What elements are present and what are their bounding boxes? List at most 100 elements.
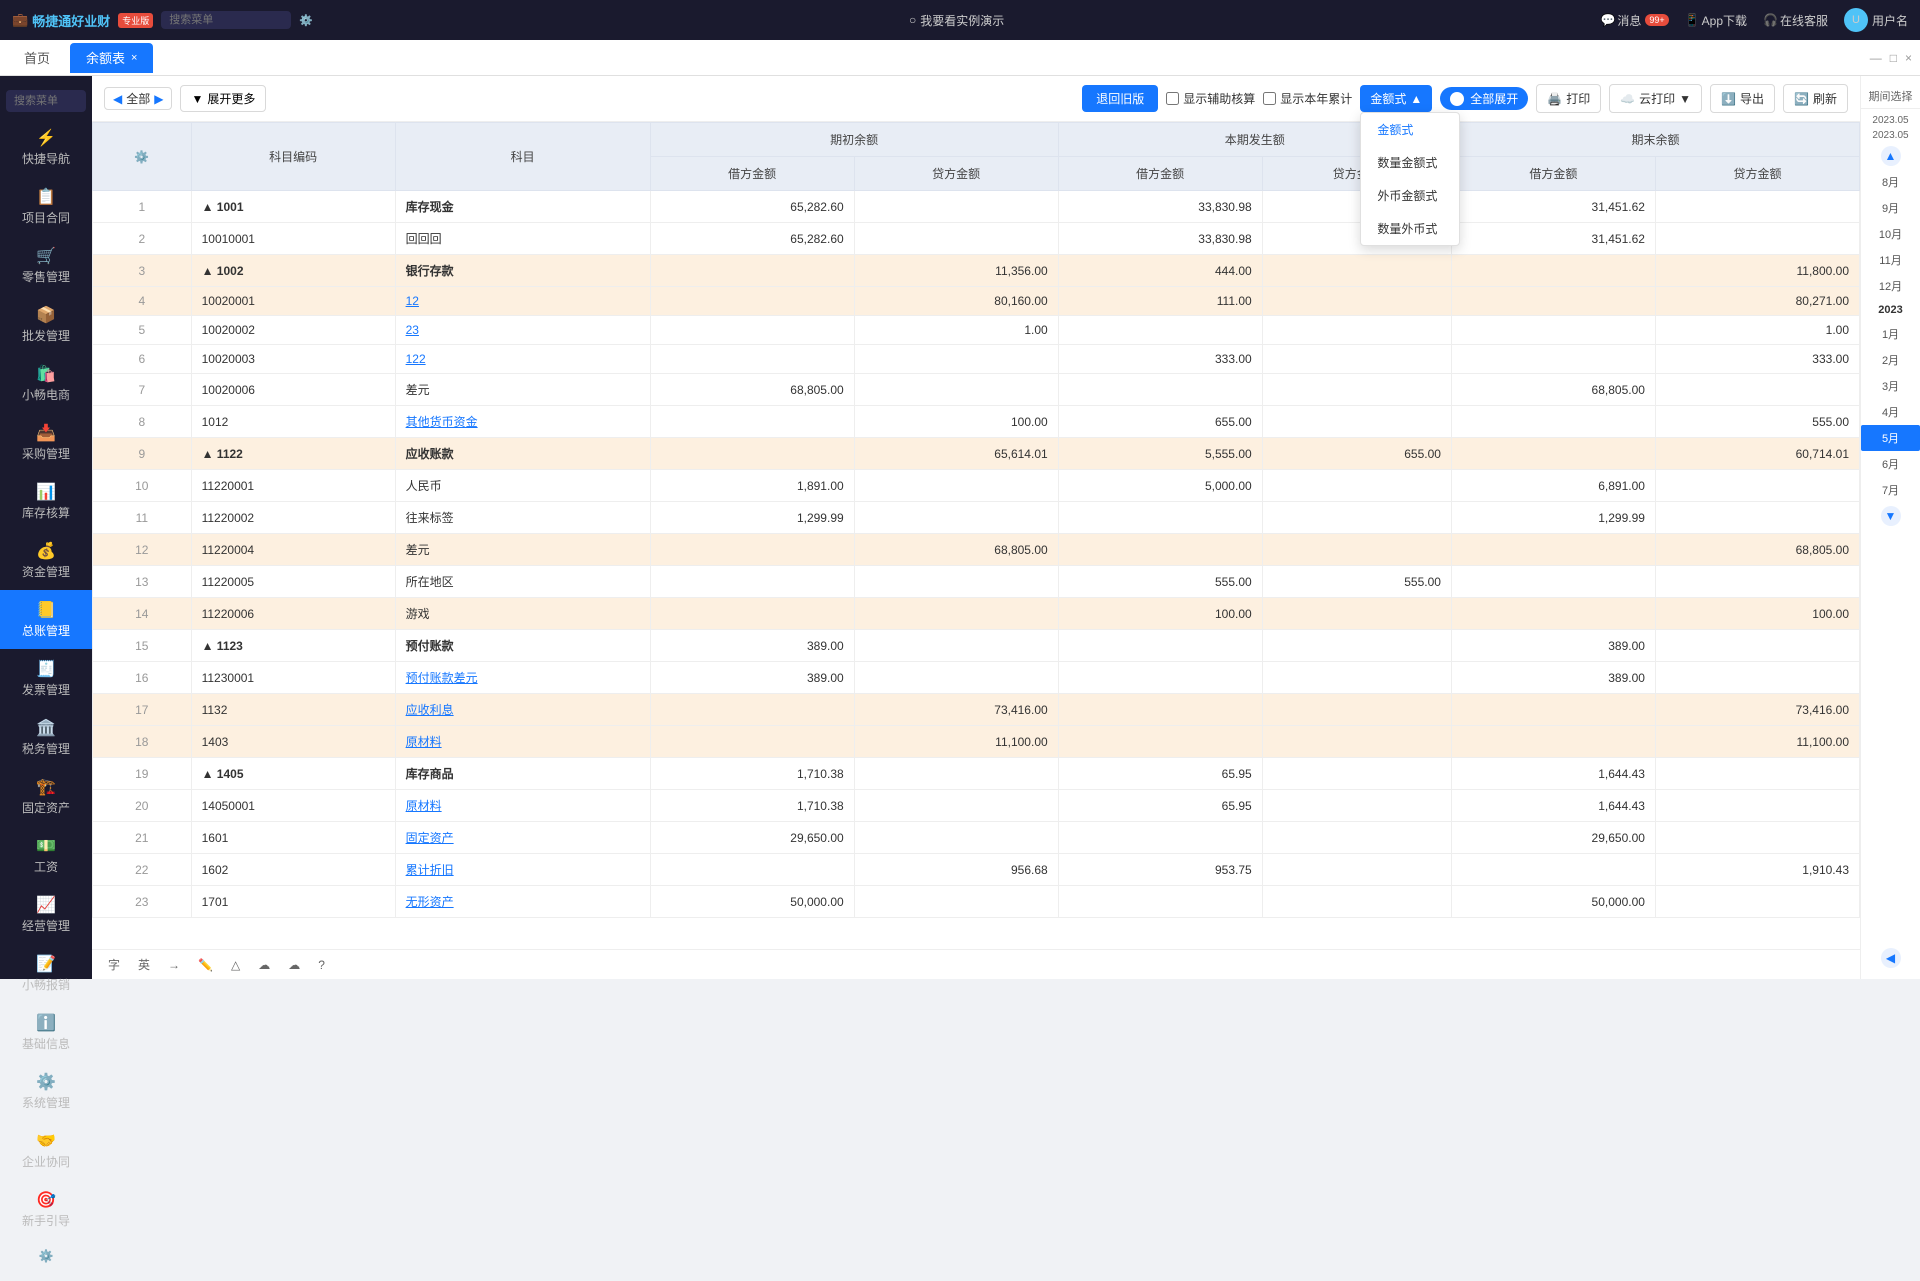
month-5[interactable]: 5月	[1861, 425, 1920, 451]
cell-ob-debit: 1,710.38	[650, 790, 854, 822]
global-search-input[interactable]	[161, 11, 291, 29]
sidebar-settings-btn[interactable]: ⚙️	[35, 1239, 58, 1273]
amount-mode-dropdown[interactable]: 金额式 ▲ 金额式 数量金额式 外币金额式 数量外币式	[1360, 85, 1432, 112]
tab-balance-sheet[interactable]: 余额表 ×	[70, 43, 153, 73]
sidebar-search-input[interactable]	[6, 90, 86, 112]
cell-name[interactable]: 固定资产	[395, 822, 650, 854]
amount-option-qty-foreign[interactable]: 数量外币式	[1361, 212, 1459, 245]
panel-fold-btn[interactable]: ◀	[1881, 948, 1901, 968]
amount-option-amount[interactable]: 金额式	[1361, 113, 1459, 146]
sidebar-item-project[interactable]: 📋 项目合同	[0, 177, 92, 236]
ytd-check-input[interactable]	[1263, 92, 1276, 105]
cell-name[interactable]: 23	[395, 316, 650, 345]
aux-check-input[interactable]	[1166, 92, 1179, 105]
amount-mode-btn[interactable]: 金额式 ▲	[1360, 85, 1432, 112]
month-6[interactable]: 6月	[1861, 451, 1920, 477]
sidebar-item-capital[interactable]: 💰 资金管理	[0, 531, 92, 590]
sidebar-item-cooperation[interactable]: 🤝 企业协同	[0, 1121, 92, 1180]
cell-name[interactable]: 原材料	[395, 726, 650, 758]
sidebar-item-ecommerce[interactable]: 🛍️ 小畅电商	[0, 354, 92, 413]
cell-name[interactable]: 其他货币资金	[395, 406, 650, 438]
expand-more-btn[interactable]: ▼ 展开更多	[180, 85, 266, 112]
sidebar-item-purchase[interactable]: 📥 采购管理	[0, 413, 92, 472]
sidebar-item-retail[interactable]: 🛒 零售管理	[0, 236, 92, 295]
refresh-btn[interactable]: 🔄 刷新	[1783, 84, 1848, 113]
month-11[interactable]: 11月	[1861, 247, 1920, 273]
cell-name[interactable]: 累计折旧	[395, 854, 650, 886]
message-btn[interactable]: 💬 消息 99+	[1600, 12, 1668, 29]
sidebar-item-system[interactable]: ⚙️ 系统管理	[0, 1062, 92, 1121]
amount-option-qty-amount[interactable]: 数量金额式	[1361, 146, 1459, 179]
cell-name[interactable]: 原材料	[395, 790, 650, 822]
sidebar-item-general-ledger[interactable]: 📒 总账管理	[0, 590, 92, 649]
sidebar-item-invoice[interactable]: 🧾 发票管理	[0, 649, 92, 708]
export-btn[interactable]: ⬇️ 导出	[1710, 84, 1775, 113]
window-close-btn[interactable]: ×	[1905, 51, 1912, 65]
bottom-icon-edit[interactable]: ✏️	[198, 958, 213, 972]
account-name-link[interactable]: 原材料	[406, 799, 442, 813]
period-nav-down[interactable]: ▼	[1881, 506, 1901, 526]
tab-home[interactable]: 首页	[8, 43, 66, 73]
filter-left-arrow[interactable]: ◀	[113, 92, 122, 106]
online-service-btn[interactable]: 🎧 在线客服	[1763, 12, 1828, 29]
account-name-link[interactable]: 固定资产	[406, 831, 454, 845]
expand-all-toggle[interactable]: 全部展开	[1440, 87, 1528, 110]
account-name-link[interactable]: 23	[406, 323, 419, 337]
account-name-link[interactable]: 其他货币资金	[406, 415, 478, 429]
cell-name[interactable]: 12	[395, 287, 650, 316]
bottom-icon-cloud1[interactable]: ☁	[258, 958, 270, 972]
bottom-icon-help[interactable]: ?	[318, 958, 325, 972]
account-name-link[interactable]: 原材料	[406, 735, 442, 749]
bottom-icon-triangle[interactable]: △	[231, 958, 240, 972]
sidebar-item-business[interactable]: 📈 经营管理	[0, 885, 92, 944]
filter-right-arrow[interactable]: ▶	[154, 92, 163, 106]
sidebar-item-tax[interactable]: 🏛️ 税务管理	[0, 708, 92, 767]
sidebar-item-inventory[interactable]: 📊 库存核算	[0, 472, 92, 531]
amount-option-foreign-amount[interactable]: 外币金额式	[1361, 179, 1459, 212]
return-old-version-btn[interactable]: 退回旧版	[1082, 85, 1158, 112]
account-name-link[interactable]: 122	[406, 352, 426, 366]
cell-name[interactable]: 无形资产	[395, 886, 650, 918]
month-8[interactable]: 8月	[1861, 169, 1920, 195]
bottom-icon-arrow[interactable]: →	[168, 958, 180, 972]
sidebar-item-sales-report[interactable]: 📝 小畅报销	[0, 944, 92, 1003]
month-1[interactable]: 1月	[1861, 321, 1920, 347]
app-download-btn[interactable]: 📱 App下载	[1685, 12, 1747, 29]
cell-name[interactable]: 122	[395, 345, 650, 374]
period-nav-up[interactable]: ▲	[1881, 146, 1901, 166]
show-ytd-check[interactable]: 显示本年累计	[1263, 90, 1352, 107]
print-btn[interactable]: 🖨️ 打印	[1536, 84, 1601, 113]
month-10[interactable]: 10月	[1861, 221, 1920, 247]
cell-name[interactable]: 应收利息	[395, 694, 650, 726]
account-name-link[interactable]: 应收利息	[406, 703, 454, 717]
tab-close-icon[interactable]: ×	[131, 52, 137, 64]
cell-name[interactable]: 预付账款差元	[395, 662, 650, 694]
month-7[interactable]: 7月	[1861, 477, 1920, 503]
month-9[interactable]: 9月	[1861, 195, 1920, 221]
settings-icon[interactable]: ⚙️	[299, 14, 313, 27]
sidebar-item-quick-nav[interactable]: ⚡ 快捷导航	[0, 118, 92, 177]
sidebar-item-basic-info[interactable]: ℹ️ 基础信息	[0, 1003, 92, 1062]
bottom-icon-en[interactable]: 英	[138, 956, 150, 973]
user-avatar[interactable]: U 用户名	[1844, 8, 1908, 32]
bottom-icon-zh[interactable]: 字	[108, 956, 120, 973]
show-aux-check[interactable]: 显示辅助核算	[1166, 90, 1255, 107]
th-settings[interactable]: ⚙️	[93, 123, 192, 191]
window-max-btn[interactable]: □	[1890, 51, 1897, 65]
demo-link[interactable]: ○ 我要看实例演示	[909, 12, 1004, 29]
month-2[interactable]: 2月	[1861, 347, 1920, 373]
sidebar-item-new-guide[interactable]: 🎯 新手引导	[0, 1180, 92, 1239]
account-name-link[interactable]: 12	[406, 294, 419, 308]
account-name-link[interactable]: 预付账款差元	[406, 671, 478, 685]
cloud-print-btn[interactable]: ☁️ 云打印 ▼	[1609, 84, 1702, 113]
month-3[interactable]: 3月	[1861, 373, 1920, 399]
sidebar-item-salary[interactable]: 💵 工资	[0, 826, 92, 885]
sidebar-item-wholesale[interactable]: 📦 批发管理	[0, 295, 92, 354]
window-min-btn[interactable]: —	[1870, 51, 1882, 65]
account-name-link[interactable]: 无形资产	[406, 895, 454, 909]
month-12[interactable]: 12月	[1861, 273, 1920, 299]
month-4[interactable]: 4月	[1861, 399, 1920, 425]
bottom-icon-cloud2[interactable]: ☁	[288, 958, 300, 972]
account-name-link[interactable]: 累计折旧	[406, 863, 454, 877]
sidebar-item-fixed-assets[interactable]: 🏗️ 固定资产	[0, 767, 92, 826]
